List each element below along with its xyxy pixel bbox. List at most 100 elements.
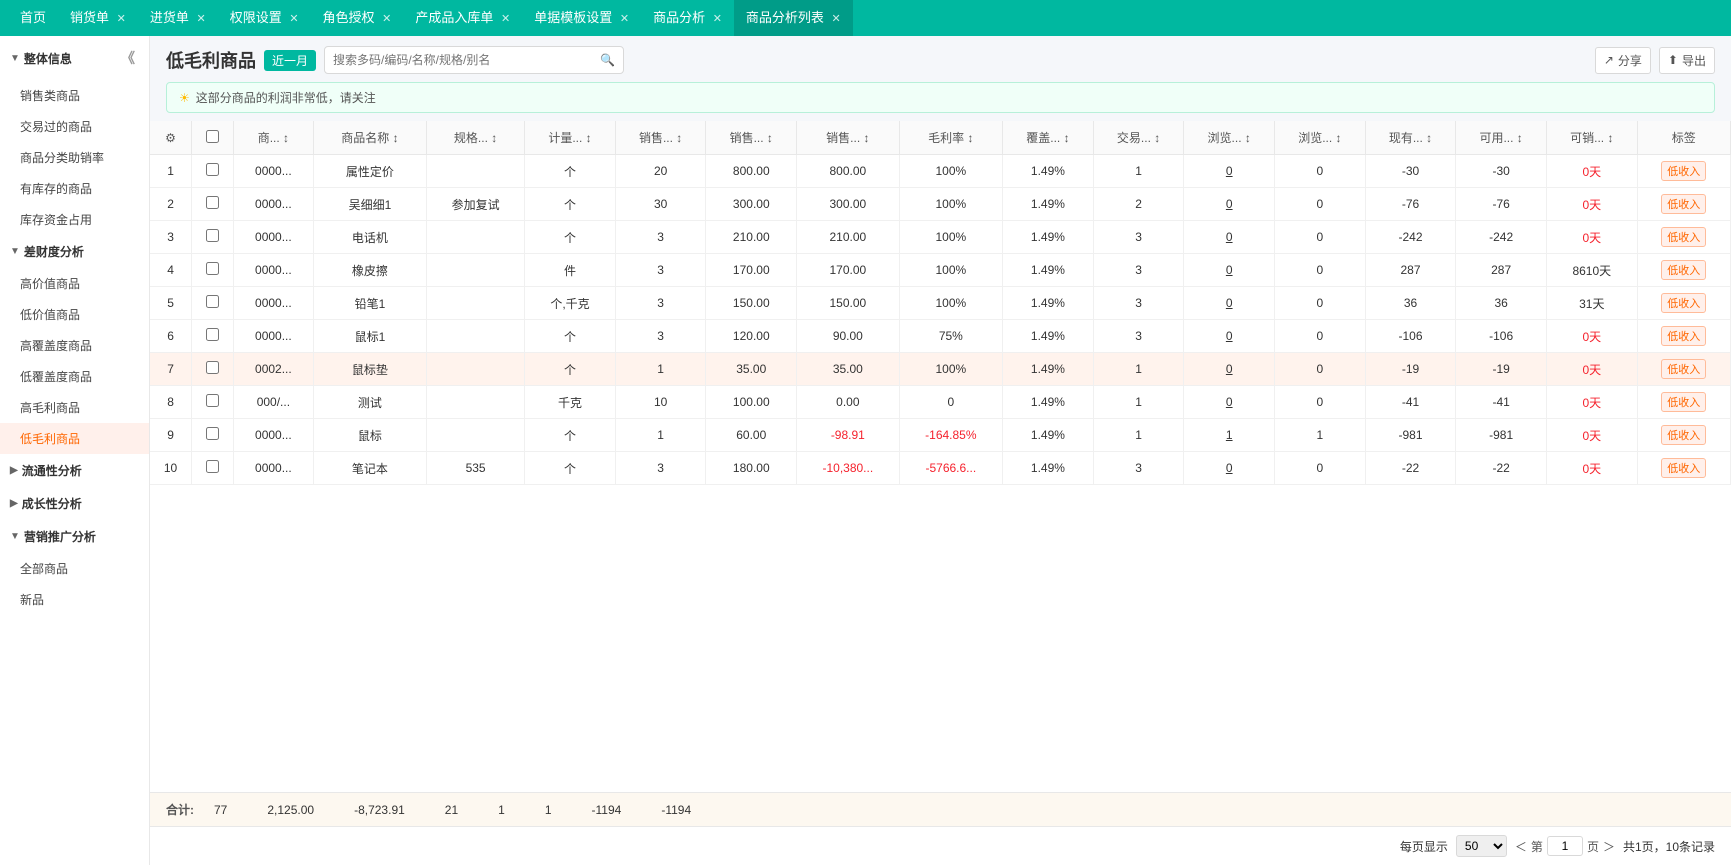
col-sales-amount[interactable]: 销售... ↕ [706,121,797,155]
per-page-select[interactable]: 50 20 100 [1456,835,1507,857]
sidebar-item-all-products[interactable]: 全部商品 [0,553,149,584]
cell-checkbox[interactable] [192,188,234,221]
share-btn[interactable]: ↗ 分享 [1595,47,1651,74]
cell-checkbox[interactable] [192,452,234,485]
row-checkbox[interactable] [206,163,219,176]
col-sales-profit[interactable]: 销售... ↕ [797,121,899,155]
sidebar-item-new-products[interactable]: 新品 [0,584,149,615]
col-coverage[interactable]: 覆盖... ↕ [1003,121,1094,155]
close-sales-icon[interactable]: ✕ [117,13,126,25]
cell-browse1[interactable]: 0 [1184,320,1275,353]
cell-checkbox[interactable] [192,155,234,188]
nav-purchase[interactable]: 进货单 ✕ [138,0,218,36]
sidebar-group-value[interactable]: ▼ 差财度分析 [0,235,149,268]
col-unit[interactable]: 计量... ↕ [525,121,616,155]
prev-page-btn[interactable]: ＜ [1515,838,1527,855]
sidebar-group-growth[interactable]: ▶ 成长性分析 [0,487,149,520]
nav-sales[interactable]: 销货单 ✕ [58,0,138,36]
nav-product-analysis[interactable]: 商品分析 ✕ [641,0,734,36]
collapse-overall-icon[interactable]: 《 [117,44,139,72]
col-checkbox[interactable] [192,121,234,155]
sidebar-item-low-coverage[interactable]: 低覆盖度商品 [0,361,149,392]
sidebar-item-high-value[interactable]: 高价值商品 [0,268,149,299]
col-name[interactable]: 商品名称 ↕ [313,121,426,155]
col-browse2[interactable]: 浏览... ↕ [1275,121,1366,155]
select-all-checkbox[interactable] [206,130,219,143]
close-analysis-list-icon[interactable]: ✕ [832,13,841,25]
col-code[interactable]: 商... ↕ [233,121,313,155]
row-checkbox[interactable] [206,460,219,473]
col-tag[interactable]: 标签 [1637,121,1730,155]
sidebar-item-traded-products[interactable]: 交易过的商品 [0,111,149,142]
close-purchase-icon[interactable]: ✕ [196,13,205,25]
cell-browse1[interactable]: 0 [1184,254,1275,287]
sidebar-item-high-coverage[interactable]: 高覆盖度商品 [0,330,149,361]
next-page-btn[interactable]: ＞ [1603,838,1615,855]
col-current-stock[interactable]: 现有... ↕ [1365,121,1456,155]
sidebar-item-low-margin[interactable]: 低毛利商品 [0,423,149,454]
close-analysis-icon[interactable]: ✕ [713,13,722,25]
col-sales-qty[interactable]: 销售... ↕ [615,121,706,155]
nav-template[interactable]: 单据模板设置 ✕ [522,0,641,36]
cell-browse1[interactable]: 0 [1184,188,1275,221]
nav-home[interactable]: 首页 [8,0,58,36]
close-role-icon[interactable]: ✕ [382,13,391,25]
cell-checkbox[interactable] [192,221,234,254]
col-spec[interactable]: 规格... ↕ [427,121,525,155]
page-input[interactable] [1547,836,1583,856]
row-checkbox[interactable] [206,328,219,341]
row-checkbox[interactable] [206,295,219,308]
nav-analysis-list[interactable]: 商品分析列表 ✕ [734,0,853,36]
sidebar-group-overall[interactable]: ▼ 整体信息 《 [0,36,149,80]
sidebar-item-high-margin[interactable]: 高毛利商品 [0,392,149,423]
sidebar-item-category-rate[interactable]: 商品分类助销率 [0,142,149,173]
row-checkbox[interactable] [206,427,219,440]
search-input[interactable] [333,53,600,67]
cell-browse1[interactable]: 0 [1184,386,1275,419]
row-checkbox[interactable] [206,361,219,374]
close-template-icon[interactable]: ✕ [620,13,629,25]
cell-checkbox[interactable] [192,320,234,353]
row-checkbox[interactable] [206,196,219,209]
sidebar-group-marketing-label: 营销推广分析 [24,528,96,545]
sidebar-group-circulation[interactable]: ▶ 流通性分析 [0,454,149,487]
sidebar-item-stock-capital[interactable]: 库存资金占用 [0,204,149,235]
cell-checkbox[interactable] [192,386,234,419]
page-nav: ＜ 第 页 ＞ [1515,836,1615,856]
cell-browse1[interactable]: 0 [1184,155,1275,188]
sidebar-item-low-value[interactable]: 低价值商品 [0,299,149,330]
cell-checkbox[interactable] [192,287,234,320]
cell-browse1[interactable]: 1 [1184,419,1275,452]
cell-browse1[interactable]: 0 [1184,287,1275,320]
cell-code: 0000... [233,188,313,221]
close-product-entry-icon[interactable]: ✕ [501,13,510,25]
time-filter-btn[interactable]: 近一月 [264,50,316,71]
sidebar-group-marketing[interactable]: ▼ 营销推广分析 [0,520,149,553]
cell-checkbox[interactable] [192,353,234,386]
close-permission-icon[interactable]: ✕ [289,13,298,25]
nav-permission[interactable]: 权限设置 ✕ [218,0,311,36]
sidebar-item-sales-products[interactable]: 销售类商品 [0,80,149,111]
col-gross-margin[interactable]: 毛利率 ↕ [899,121,1003,155]
col-available[interactable]: 可用... ↕ [1456,121,1547,155]
export-btn[interactable]: ⬆ 导出 [1659,47,1715,74]
cell-checkbox[interactable] [192,254,234,287]
col-saleable[interactable]: 可销... ↕ [1546,121,1637,155]
row-checkbox[interactable] [206,262,219,275]
cell-browse1[interactable]: 0 [1184,452,1275,485]
cell-browse1[interactable]: 0 [1184,353,1275,386]
nav-product-entry[interactable]: 产成品入库单 ✕ [403,0,522,36]
row-checkbox[interactable] [206,229,219,242]
nav-role[interactable]: 角色授权 ✕ [311,0,404,36]
cell-browse1[interactable]: 0 [1184,221,1275,254]
col-settings[interactable]: ⚙ [150,121,192,155]
col-trade[interactable]: 交易... ↕ [1093,121,1184,155]
col-browse1[interactable]: 浏览... ↕ [1184,121,1275,155]
footer-values: 77 2,125.00 -8,723.91 21 1 1 -1194 -1194 [214,803,1715,817]
cell-current-stock: -19 [1365,353,1456,386]
cell-saleable: 0天 [1546,386,1637,419]
cell-checkbox[interactable] [192,419,234,452]
search-icon[interactable]: 🔍 [600,53,615,67]
row-checkbox[interactable] [206,394,219,407]
sidebar-item-stocked-products[interactable]: 有库存的商品 [0,173,149,204]
